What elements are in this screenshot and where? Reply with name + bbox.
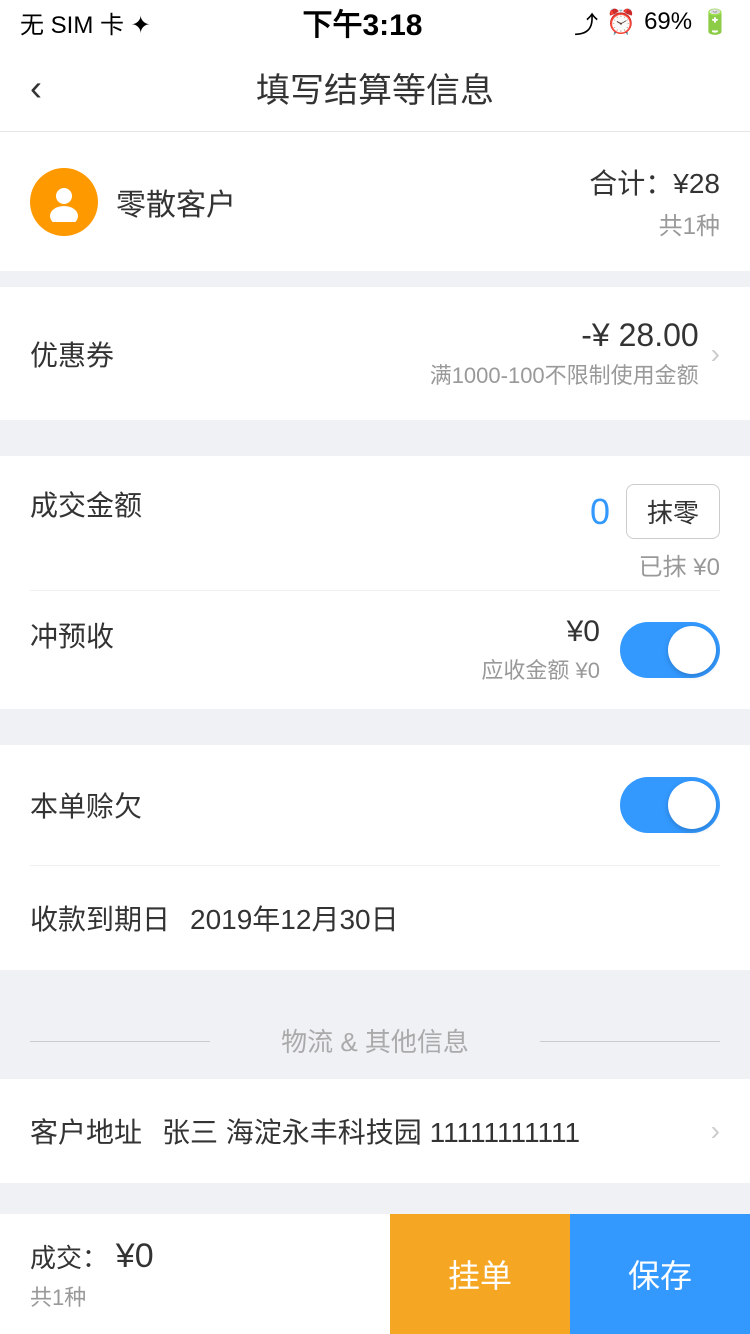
customer-left: 零散客户 (30, 168, 236, 236)
logistics-header: 物流 & 其他信息 (0, 1002, 750, 1079)
prepay-toggle[interactable] (620, 622, 720, 678)
coupon-card[interactable]: 优惠券 -¥ 28.00 满1000-100不限制使用金额 › (0, 287, 750, 420)
address-value: 张三 海淀永丰科技园 11111111111 (162, 1111, 580, 1151)
bottom-deal-line: 成交： ¥0 (30, 1237, 360, 1276)
deal-amount-card: 成交金额 0 抹零 已抹 ¥0 冲预收 ¥0 应收金额 ¥0 (0, 456, 750, 709)
logistics-label: 物流 & 其他信息 (281, 1027, 469, 1057)
debt-toggle-knob (668, 781, 716, 829)
debt-row: 本单赊欠 (0, 745, 750, 865)
bottom-summary: 成交： ¥0 共1种 (0, 1214, 390, 1334)
save-button[interactable]: 保存 (570, 1214, 750, 1334)
sim-status: 无 SIM 卡 ✦ (20, 5, 151, 40)
address-row[interactable]: 客户地址 张三 海淀永丰科技园 11111111111 › (0, 1079, 750, 1183)
page-title: 填写结算等信息 (256, 63, 494, 112)
customer-avatar (30, 168, 98, 236)
battery-level: 69% (644, 8, 692, 36)
prepay-row: 冲预收 ¥0 应收金额 ¥0 (0, 591, 750, 709)
bottom-deal-label: 成交： (30, 1243, 108, 1273)
hang-button[interactable]: 挂单 (390, 1214, 570, 1334)
section-sep-1 (0, 436, 750, 456)
location-icon: ⤴ (574, 5, 598, 40)
section-sep-2 (0, 725, 750, 745)
alarm-icon: ⏰ (606, 8, 636, 37)
coupon-right: -¥ 28.00 满1000-100不限制使用金额 › (430, 317, 720, 390)
bottom-bar: 成交： ¥0 共1种 挂单 保存 (0, 1214, 750, 1334)
customer-row: 零散客户 合计：¥28 共1种 (0, 132, 750, 271)
address-card[interactable]: 客户地址 张三 海淀永丰科技园 11111111111 › (0, 1079, 750, 1183)
deal-amount-value[interactable]: 0 (590, 491, 610, 533)
summary-total: 合计：¥28 (589, 162, 720, 202)
coupon-row[interactable]: 优惠券 -¥ 28.00 满1000-100不限制使用金额 › (0, 287, 750, 420)
debt-toggle[interactable] (620, 777, 720, 833)
status-left: 无 SIM 卡 ✦ (20, 5, 151, 40)
bottom-deal-amount: ¥0 (116, 1237, 154, 1275)
deal-input-area: 0 抹零 已抹 ¥0 (590, 484, 720, 582)
deal-amount-row: 成交金额 0 抹零 已抹 ¥0 (0, 456, 750, 590)
customer-name: 零散客户 (116, 180, 236, 224)
debt-card: 本单赊欠 收款到期日 2019年12月30日 (0, 745, 750, 970)
address-chevron-icon: › (711, 1115, 720, 1147)
status-time: 下午3:18 (302, 0, 422, 44)
prepay-receivable: 应收金额 ¥0 (481, 653, 600, 685)
round-zero-button[interactable]: 抹零 (626, 484, 720, 539)
deal-value-row: 0 抹零 (590, 484, 720, 539)
customer-card: 零散客户 合计：¥28 共1种 (0, 132, 750, 271)
prepay-amount: ¥0 (481, 615, 600, 649)
back-button[interactable]: ‹ (30, 67, 42, 109)
customer-summary: 合计：¥28 共1种 (589, 162, 720, 241)
bottom-count: 共1种 (30, 1280, 360, 1312)
coupon-chevron-icon: › (711, 338, 720, 370)
status-bar: 无 SIM 卡 ✦ 下午3:18 ⤴ ⏰ 69% 🔋 (0, 0, 750, 44)
debt-label: 本单赊欠 (30, 785, 142, 825)
prepay-label: 冲预收 (30, 615, 114, 655)
address-label: 客户地址 (30, 1111, 142, 1151)
deal-amount-label: 成交金额 (30, 484, 142, 524)
duedate-row[interactable]: 收款到期日 2019年12月30日 (0, 866, 750, 970)
toggle-knob (668, 626, 716, 674)
duedate-label: 收款到期日 (30, 898, 170, 938)
coupon-desc: 满1000-100不限制使用金额 (430, 358, 699, 390)
address-left: 客户地址 张三 海淀永丰科技园 11111111111 (30, 1111, 580, 1151)
deal-deducted: 已抹 ¥0 (639, 547, 720, 582)
coupon-label: 优惠券 (30, 334, 114, 374)
prepay-right: ¥0 应收金额 ¥0 (481, 615, 720, 685)
summary-count: 共1种 (589, 206, 720, 241)
nav-bar: ‹ 填写结算等信息 (0, 44, 750, 132)
logistics-sep (0, 986, 750, 1002)
coupon-value-col: -¥ 28.00 满1000-100不限制使用金额 (430, 317, 699, 390)
battery-icon: 🔋 (700, 8, 730, 37)
coupon-amount: -¥ 28.00 (430, 317, 699, 354)
duedate-value: 2019年12月30日 (190, 898, 399, 938)
prepay-values: ¥0 应收金额 ¥0 (481, 615, 600, 685)
status-right: ⤴ ⏰ 69% 🔋 (574, 5, 730, 40)
content-area: 零散客户 合计：¥28 共1种 优惠券 -¥ 28.00 满1000-100不限… (0, 132, 750, 1329)
